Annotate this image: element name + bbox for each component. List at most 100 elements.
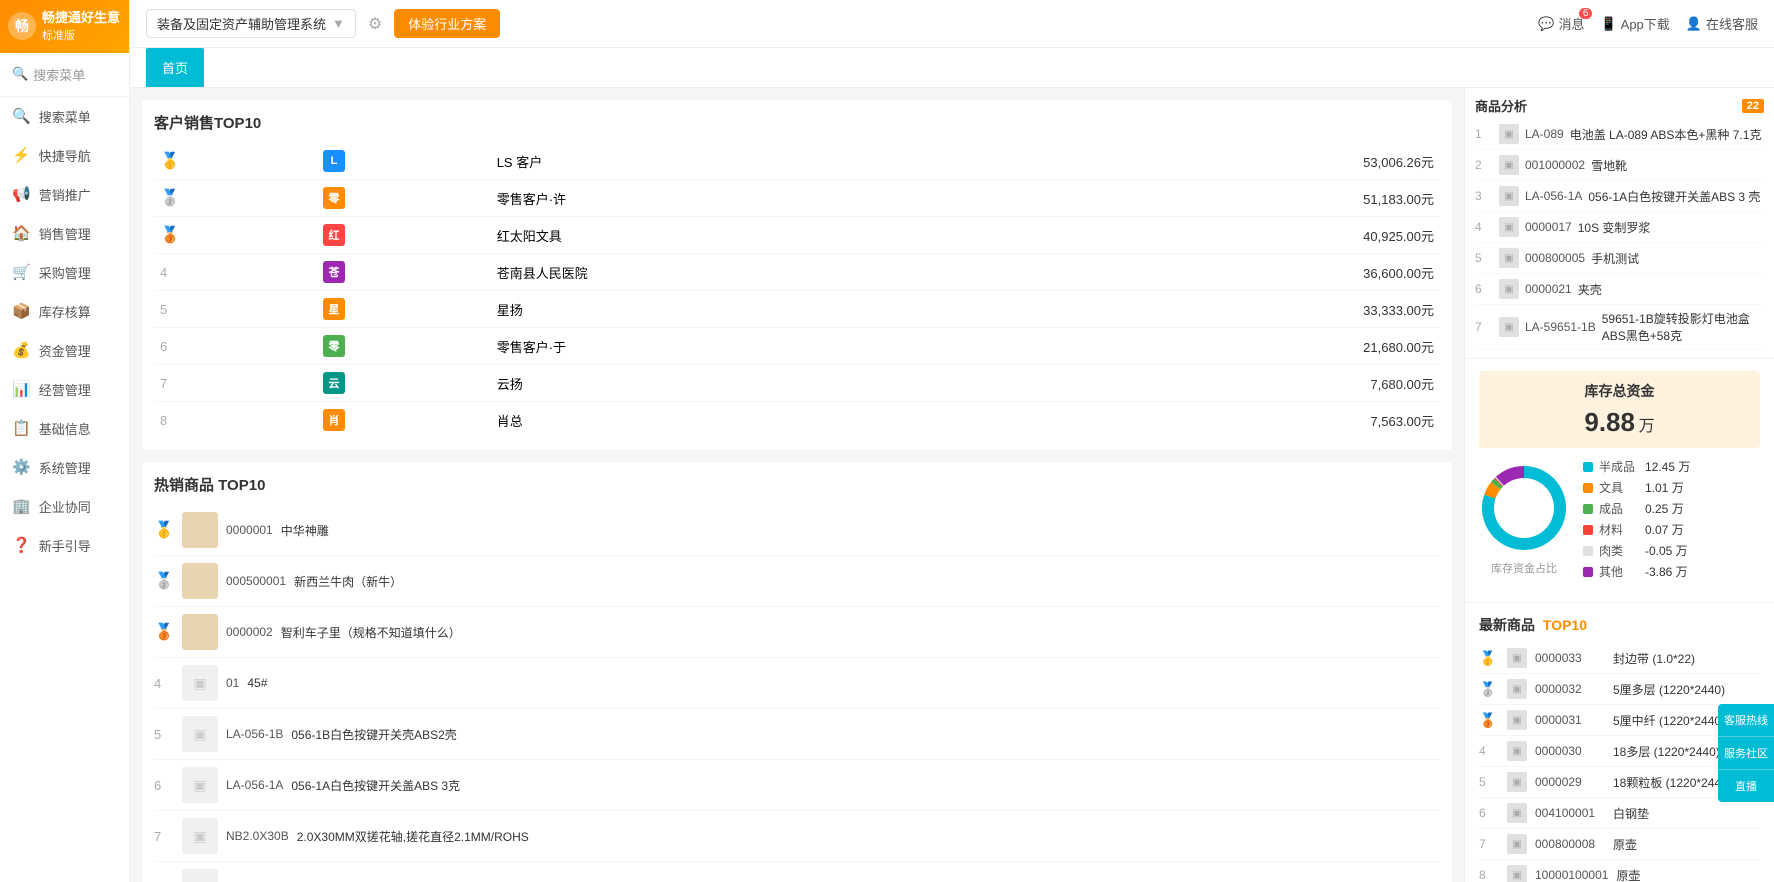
inventory-icon: 📦 — [12, 302, 31, 320]
product-thumbnail-placeholder: ▣ — [182, 818, 218, 854]
table-row: 7 云 云扬 7,680.00元 — [154, 365, 1440, 402]
legend-item: 其他 -3.86 万 — [1583, 563, 1690, 580]
sidebar-item-enterprise[interactable]: 🏢企业协同 — [0, 487, 129, 526]
sidebar-item-search[interactable]: 🔍搜索菜单 — [0, 97, 129, 136]
main-area: 装备及固定资产辅助管理系统 ▼ ⚙ 体验行业方案 💬 消息 6 📱 App下载 … — [130, 0, 1774, 882]
inventory-section: 库存总资金 9.88 万 — [1465, 359, 1774, 603]
list-item: 4 ▣ 0000017 10S 变制罗浆 — [1475, 212, 1764, 243]
sidebar-item-system[interactable]: ⚙️系统管理 — [0, 448, 129, 487]
donut-chart: 库存资金占比 — [1479, 463, 1569, 576]
table-row: 4 苍 苍南县人民医院 36,600.00元 — [154, 254, 1440, 291]
app-icon: 📱 — [1600, 16, 1616, 32]
notification-button[interactable]: 💬 消息 6 — [1538, 14, 1584, 33]
customer-top10-table: 🥇 L LS 客户 53,006.26元 🥈 零 零售客户·许 51,183.0… — [154, 143, 1440, 438]
table-row: 8 肖 肖总 7,563.00元 — [154, 402, 1440, 439]
list-item: 8 ▣ 10000100001 原壶 — [1479, 860, 1760, 882]
topbar: 装备及固定资产辅助管理系统 ▼ ⚙ 体验行业方案 💬 消息 6 📱 App下载 … — [130, 0, 1774, 48]
search-menu-button[interactable]: 🔍 搜索菜单 — [8, 61, 121, 88]
product-icon: ▣ — [1499, 186, 1519, 206]
legend-dot — [1583, 567, 1593, 577]
list-item: 6 ▣ 004100001 白钢垫 — [1479, 798, 1760, 829]
table-row: 🥈 零 零售客户·许 51,183.00元 — [154, 180, 1440, 217]
guide-icon: ❓ — [12, 536, 31, 554]
system-selector[interactable]: 装备及固定资产辅助管理系统 ▼ — [146, 9, 356, 38]
legend-dot — [1583, 546, 1593, 556]
product-icon: ▣ — [1507, 803, 1527, 823]
list-item: 5 ▣ LA-056-1B 056-1B白色按键开关壳ABS2壳 — [154, 709, 1440, 760]
list-item: 🥈 000500001 新西兰牛肉（新牛） — [154, 556, 1440, 607]
sidebar-logo: 畅 畅捷通好生意 标准版 — [0, 0, 129, 53]
product-analysis-section: 商品分析 22 1 ▣ LA-089 电池盖 LA-089 ABS本色+黑种 7… — [1465, 88, 1774, 359]
system-icon: ⚙️ — [12, 458, 31, 476]
sidebar-item-operations[interactable]: 📊经营管理 — [0, 370, 129, 409]
legend-item: 半成品 12.45 万 — [1583, 458, 1690, 475]
legend-dot — [1583, 462, 1593, 472]
marketing-icon: 📢 — [12, 185, 31, 203]
product-thumbnail — [182, 512, 218, 548]
product-icon: ▣ — [1507, 741, 1527, 761]
sidebar: 畅 畅捷通好生意 标准版 🔍 搜索菜单 🔍搜索菜单⚡快捷导航📢营销推广🏠销售管理… — [0, 0, 130, 882]
product-analysis-title: 商品分析 22 — [1475, 96, 1764, 115]
hot-products-list: 🥇 0000001 中华神雕 🥈 000500001 新西兰牛肉（新牛） 🥉 0… — [154, 505, 1440, 882]
app-download-button[interactable]: 📱 App下载 — [1600, 14, 1669, 33]
legend-item: 成品 0.25 万 — [1583, 500, 1690, 517]
table-row: 6 零 零售客户·于 21,680.00元 — [154, 328, 1440, 365]
float-service-panel: 客服热线服务社区直播 — [1718, 704, 1774, 802]
sidebar-item-guide[interactable]: ❓新手引导 — [0, 526, 129, 565]
list-item: 8 ▣ 0000011 12070519-xs — [154, 862, 1440, 882]
list-item: 🥉 0000002 智利车子里（规格不知道填什么） — [154, 607, 1440, 658]
list-item: 🥇 ▣ 0000033 封边带 (1.0*22) — [1479, 643, 1760, 674]
list-item: 5 ▣ 000800005 手机测试 — [1475, 243, 1764, 274]
product-icon: ▣ — [1499, 124, 1519, 144]
list-item: 1 ▣ LA-089 电池盖 LA-089 ABS本色+黑种 7.1克 — [1475, 119, 1764, 150]
trial-button[interactable]: 体验行业方案 — [394, 9, 500, 38]
list-item: 4 ▣ 01 45# — [154, 658, 1440, 709]
donut-chart-area: 库存资金占比 半成品 12.45 万 文具 1.01 万 成品 0.25 万 材… — [1479, 458, 1760, 580]
legend-item: 材料 0.07 万 — [1583, 521, 1690, 538]
sidebar-item-sales[interactable]: 🏠销售管理 — [0, 214, 129, 253]
sidebar-item-basics[interactable]: 📋基础信息 — [0, 409, 129, 448]
quick-nav-icon: ⚡ — [12, 146, 31, 164]
list-item: 🥇 0000001 中华神雕 — [154, 505, 1440, 556]
legend-dot — [1583, 483, 1593, 493]
latest-products-title: 最新商品 TOP10 — [1479, 615, 1760, 635]
sidebar-item-inventory[interactable]: 📦库存核算 — [0, 292, 129, 331]
tab-home[interactable]: 首页 — [146, 48, 204, 87]
right-product-list: 1 ▣ LA-089 电池盖 LA-089 ABS本色+黑种 7.1克 2 ▣ … — [1475, 119, 1764, 350]
basics-icon: 📋 — [12, 419, 31, 437]
list-item: 3 ▣ LA-056-1A 056-1A白色按键开关盖ABS 3 壳 — [1475, 181, 1764, 212]
product-icon: ▣ — [1499, 279, 1519, 299]
product-icon: ▣ — [1499, 317, 1519, 337]
enterprise-icon: 🏢 — [12, 497, 31, 515]
table-row: 🥉 红 红太阳文具 40,925.00元 — [154, 217, 1440, 254]
purchase-icon: 🛒 — [12, 263, 31, 281]
float-service-服务社区[interactable]: 服务社区 — [1718, 737, 1774, 770]
sidebar-item-quick-nav[interactable]: ⚡快捷导航 — [0, 136, 129, 175]
page-content: 客户销售TOP10 🥇 L LS 客户 53,006.26元 🥈 零 零售客户·… — [130, 88, 1774, 882]
product-icon: ▣ — [1499, 155, 1519, 175]
notification-icon: 💬 — [1538, 16, 1554, 32]
list-item: 7 ▣ LA-59651-1B 59651-1B旋转投影灯电池盒ABS黑色+58… — [1475, 305, 1764, 350]
search-icon: 🔍 — [12, 107, 31, 125]
customer-top10-title: 客户销售TOP10 — [154, 112, 1440, 133]
product-thumbnail-placeholder: ▣ — [182, 716, 218, 752]
customer-top10-card: 客户销售TOP10 🥇 L LS 客户 53,006.26元 🥈 零 零售客户·… — [142, 100, 1452, 450]
product-icon: ▣ — [1507, 834, 1527, 854]
product-icon: ▣ — [1507, 710, 1527, 730]
float-service-客服热线[interactable]: 客服热线 — [1718, 704, 1774, 737]
float-service-直播[interactable]: 直播 — [1718, 770, 1774, 802]
online-service-button[interactable]: 👤 在线客服 — [1686, 14, 1758, 33]
product-icon: ▣ — [1499, 217, 1519, 237]
sidebar-item-purchase[interactable]: 🛒采购管理 — [0, 253, 129, 292]
gear-icon[interactable]: ⚙ — [368, 14, 382, 34]
list-item: 6 ▣ LA-056-1A 056-1A白色按键开关盖ABS 3克 — [154, 760, 1440, 811]
tabs-bar: 首页 — [130, 48, 1774, 88]
list-item: 7 ▣ NB2.0X30B 2.0X30MM双搓花轴,搓花直径2.1MM/ROH… — [154, 811, 1440, 862]
sidebar-item-marketing[interactable]: 📢营销推广 — [0, 175, 129, 214]
hot-products-card: 热销商品 TOP10 🥇 0000001 中华神雕 🥈 000500001 新西… — [142, 462, 1452, 882]
product-icon: ▣ — [1507, 648, 1527, 668]
logo-text: 畅捷通好生意 标准版 — [42, 10, 120, 43]
sidebar-item-finance[interactable]: 💰资金管理 — [0, 331, 129, 370]
sidebar-nav: 🔍搜索菜单⚡快捷导航📢营销推广🏠销售管理🛒采购管理📦库存核算💰资金管理📊经营管理… — [0, 97, 129, 565]
table-row: 5 星 星扬 33,333.00元 — [154, 291, 1440, 328]
